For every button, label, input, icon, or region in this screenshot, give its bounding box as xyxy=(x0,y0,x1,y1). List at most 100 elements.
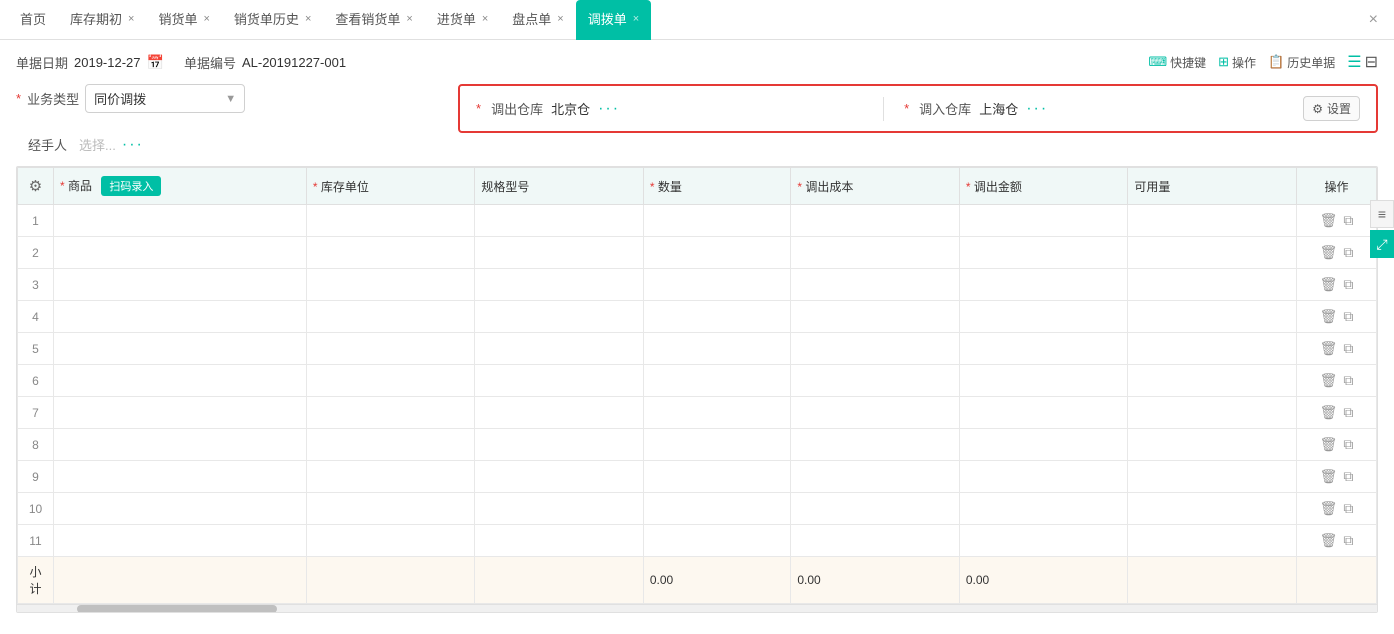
row-avail[interactable] xyxy=(1128,429,1297,461)
row-spec[interactable] xyxy=(475,237,644,269)
row-cost[interactable] xyxy=(791,365,960,397)
row-amount[interactable] xyxy=(959,269,1128,301)
row-amount[interactable] xyxy=(959,205,1128,237)
row-spec[interactable] xyxy=(475,333,644,365)
row-cost[interactable] xyxy=(791,493,960,525)
row-cost[interactable] xyxy=(791,269,960,301)
row-cost[interactable] xyxy=(791,301,960,333)
row-unit[interactable] xyxy=(306,333,475,365)
handler-input[interactable]: 选择... xyxy=(79,135,116,154)
row-product[interactable] xyxy=(54,525,307,557)
copy-row-icon[interactable]: ⧉ xyxy=(1343,212,1353,229)
row-unit[interactable] xyxy=(306,397,475,429)
delete-row-icon[interactable]: 🗑 xyxy=(1320,340,1338,357)
row-qty[interactable] xyxy=(643,301,790,333)
delete-row-icon[interactable]: 🗑 xyxy=(1320,276,1338,293)
biz-type-dropdown[interactable]: 同价调拨 ▼ xyxy=(85,84,245,113)
row-spec[interactable] xyxy=(475,365,644,397)
row-cost[interactable] xyxy=(791,205,960,237)
row-qty[interactable] xyxy=(643,333,790,365)
row-avail[interactable] xyxy=(1128,205,1297,237)
row-spec[interactable] xyxy=(475,461,644,493)
delete-row-icon[interactable]: 🗑 xyxy=(1320,532,1338,549)
horizontal-scrollbar[interactable] xyxy=(17,604,1377,612)
row-unit[interactable] xyxy=(306,205,475,237)
row-spec[interactable] xyxy=(475,429,644,461)
row-spec[interactable] xyxy=(475,205,644,237)
out-wh-value[interactable]: 北京仓 xyxy=(551,99,590,118)
delete-row-icon[interactable]: 🗑 xyxy=(1320,372,1338,389)
row-product[interactable] xyxy=(54,429,307,461)
row-avail[interactable] xyxy=(1128,461,1297,493)
copy-row-icon[interactable]: ⧉ xyxy=(1343,308,1353,325)
row-qty[interactable] xyxy=(643,237,790,269)
tab-close-sales[interactable]: × xyxy=(203,13,209,25)
copy-row-icon[interactable]: ⧉ xyxy=(1343,500,1353,517)
copy-row-icon[interactable]: ⧉ xyxy=(1343,404,1353,421)
calendar-icon[interactable]: 📅 xyxy=(147,54,164,71)
delete-row-icon[interactable]: 🗑 xyxy=(1320,212,1338,229)
delete-row-icon[interactable]: 🗑 xyxy=(1320,308,1338,325)
delete-row-icon[interactable]: 🗑 xyxy=(1320,244,1338,261)
tab-home[interactable]: 首页 xyxy=(8,0,58,40)
row-cost[interactable] xyxy=(791,461,960,493)
row-unit[interactable] xyxy=(306,461,475,493)
row-unit[interactable] xyxy=(306,429,475,461)
row-product[interactable] xyxy=(54,237,307,269)
row-unit[interactable] xyxy=(306,525,475,557)
layout-list-icon[interactable]: ☰ xyxy=(1347,52,1361,72)
shortcuts-link[interactable]: ⌨ 快捷键 xyxy=(1148,54,1206,71)
row-product[interactable] xyxy=(54,397,307,429)
copy-row-icon[interactable]: ⧉ xyxy=(1343,436,1353,453)
window-close-button[interactable]: × xyxy=(1361,11,1386,29)
row-qty[interactable] xyxy=(643,461,790,493)
sidebar-list-icon[interactable]: ≡ xyxy=(1370,200,1394,228)
row-unit[interactable] xyxy=(306,269,475,301)
row-avail[interactable] xyxy=(1128,525,1297,557)
copy-row-icon[interactable]: ⧉ xyxy=(1343,372,1353,389)
row-product[interactable] xyxy=(54,301,307,333)
row-cost[interactable] xyxy=(791,333,960,365)
row-avail[interactable] xyxy=(1128,237,1297,269)
sidebar-expand-icon[interactable]: ⤢ xyxy=(1370,230,1394,258)
settings-button[interactable]: ⚙ 设置 xyxy=(1303,96,1360,121)
in-wh-value[interactable]: 上海仓 xyxy=(979,99,1018,118)
tab-close-purchase[interactable]: × xyxy=(482,13,488,25)
tab-close-stocktake[interactable]: × xyxy=(557,13,563,25)
row-unit[interactable] xyxy=(306,365,475,397)
row-cost[interactable] xyxy=(791,397,960,429)
row-cost[interactable] xyxy=(791,525,960,557)
row-amount[interactable] xyxy=(959,301,1128,333)
scrollbar-thumb[interactable] xyxy=(77,605,277,613)
tab-close-inventory-init[interactable]: × xyxy=(128,13,134,25)
delete-row-icon[interactable]: 🗑 xyxy=(1320,468,1338,485)
row-avail[interactable] xyxy=(1128,365,1297,397)
col-gear[interactable]: ⚙ xyxy=(18,168,54,205)
row-product[interactable] xyxy=(54,365,307,397)
tab-transfer[interactable]: 调拨单 × xyxy=(576,0,651,40)
row-amount[interactable] xyxy=(959,525,1128,557)
copy-row-icon[interactable]: ⧉ xyxy=(1343,276,1353,293)
copy-row-icon[interactable]: ⧉ xyxy=(1343,532,1353,549)
row-unit[interactable] xyxy=(306,493,475,525)
operations-link[interactable]: ⊞ 操作 xyxy=(1218,54,1256,71)
tab-sales-history[interactable]: 销货单历史 × xyxy=(222,0,323,40)
row-amount[interactable] xyxy=(959,397,1128,429)
row-product[interactable] xyxy=(54,205,307,237)
row-cost[interactable] xyxy=(791,429,960,461)
row-qty[interactable] xyxy=(643,493,790,525)
row-avail[interactable] xyxy=(1128,301,1297,333)
layout-grid-icon[interactable]: ⊟ xyxy=(1365,52,1378,72)
row-amount[interactable] xyxy=(959,461,1128,493)
date-value[interactable]: 2019-12-27 xyxy=(74,55,141,70)
row-spec[interactable] xyxy=(475,301,644,333)
row-qty[interactable] xyxy=(643,365,790,397)
row-qty[interactable] xyxy=(643,525,790,557)
delete-row-icon[interactable]: 🗑 xyxy=(1320,500,1338,517)
row-avail[interactable] xyxy=(1128,397,1297,429)
tab-inventory-init[interactable]: 库存期初 × xyxy=(58,0,146,40)
tab-sales[interactable]: 销货单 × xyxy=(146,0,221,40)
copy-row-icon[interactable]: ⧉ xyxy=(1343,244,1353,261)
copy-row-icon[interactable]: ⧉ xyxy=(1343,340,1353,357)
copy-row-icon[interactable]: ⧉ xyxy=(1343,468,1353,485)
